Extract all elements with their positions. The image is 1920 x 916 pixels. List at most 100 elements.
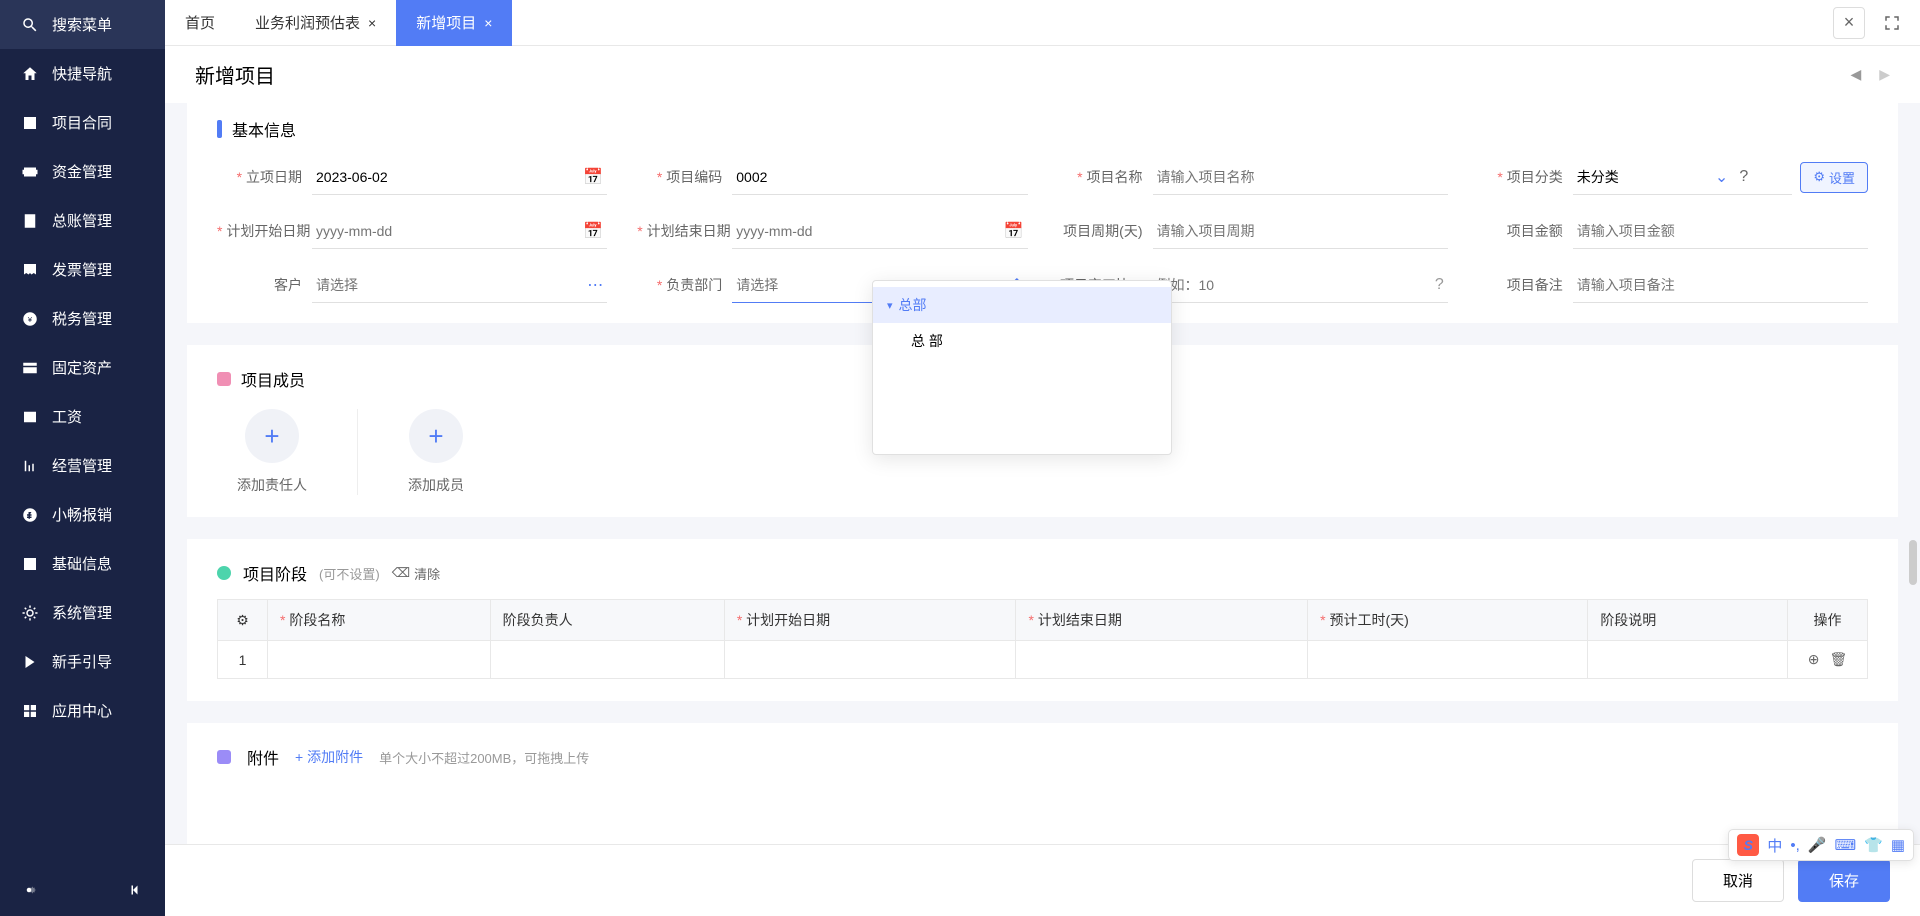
- input-remark[interactable]: [1573, 267, 1868, 303]
- more-icon[interactable]: ⋯: [587, 275, 603, 295]
- close-icon[interactable]: ×: [368, 15, 376, 31]
- tab-label: 首页: [185, 12, 215, 33]
- ime-toolbar[interactable]: S 中 •, 🎤 ⌨ 👕 ▦: [1728, 829, 1914, 861]
- ime-logo-icon[interactable]: S: [1737, 834, 1759, 856]
- sidebar-label: 小畅报销: [52, 504, 112, 525]
- sidebar-item-quicknav[interactable]: 快捷导航: [0, 49, 165, 98]
- tab-new-project[interactable]: 新增项目×: [396, 0, 512, 46]
- input-progress[interactable]: [1153, 267, 1448, 303]
- chart-icon: [20, 456, 40, 476]
- sidebar-item-business[interactable]: 经营管理: [0, 441, 165, 490]
- table-row[interactable]: 1 ⊕ 🗑: [218, 641, 1868, 679]
- calendar-icon[interactable]: 📅: [583, 221, 603, 241]
- dropdown-label: 总 部: [911, 331, 943, 351]
- input-project-code[interactable]: [732, 159, 1027, 195]
- ime-punct-icon[interactable]: •,: [1790, 837, 1799, 854]
- tab-profit-report[interactable]: 业务利润预估表×: [235, 0, 396, 46]
- ime-lang[interactable]: 中: [1767, 835, 1782, 856]
- sidebar-item-assets[interactable]: 固定资产: [0, 343, 165, 392]
- help-icon[interactable]: ?: [1739, 168, 1748, 186]
- close-all-tabs-button[interactable]: ×: [1833, 7, 1865, 39]
- add-attachment-button[interactable]: + 添加附件: [295, 747, 363, 767]
- input-plan-end[interactable]: [732, 213, 1027, 249]
- add-owner-button[interactable]: +: [245, 409, 299, 463]
- cell-plan-end[interactable]: [1016, 641, 1308, 679]
- clear-label: 清除: [414, 564, 440, 583]
- sidebar-label: 快捷导航: [52, 63, 112, 84]
- cell-stage-owner[interactable]: [490, 641, 724, 679]
- scrollbar-thumb[interactable]: [1909, 540, 1917, 585]
- sidebar-item-funds[interactable]: 资金管理: [0, 147, 165, 196]
- section-marker-icon: [217, 120, 222, 138]
- sidebar-item-guide[interactable]: 新手引导: [0, 637, 165, 686]
- sidebar-label: 固定资产: [52, 357, 112, 378]
- cancel-button[interactable]: 取消: [1692, 859, 1784, 902]
- col-stage-name: 阶段名称: [268, 600, 491, 641]
- dropdown-option-hq-child[interactable]: 总 部: [873, 323, 1171, 359]
- label-project-name: 项目名称: [1058, 167, 1153, 187]
- label-plan-end: 计划结束日期: [637, 221, 732, 241]
- sidebar-label: 工资: [52, 406, 82, 427]
- clear-button[interactable]: ⌫ 清除: [392, 564, 440, 583]
- input-amount[interactable]: [1573, 213, 1868, 249]
- form-item-end: 计划结束日期 📅: [637, 213, 1027, 249]
- calendar-icon[interactable]: 📅: [583, 167, 603, 187]
- next-icon[interactable]: ▶: [1879, 66, 1890, 83]
- sidebar-label: 应用中心: [52, 700, 112, 721]
- ime-keyboard-icon[interactable]: ⌨: [1834, 836, 1856, 854]
- sidebar-item-salary[interactable]: 工资: [0, 392, 165, 441]
- caret-down-icon: ▾: [887, 299, 893, 312]
- add-owner-label: 添加责任人: [237, 475, 307, 495]
- collapse-icon[interactable]: [127, 881, 145, 904]
- sidebar-search[interactable]: 搜索菜单: [0, 0, 165, 49]
- sidebar-item-expense[interactable]: 小畅报销: [0, 490, 165, 539]
- table-header-row: ⚙ 阶段名称 阶段负责人 计划开始日期 计划结束日期 预计工时(天) 阶段说明 …: [218, 600, 1868, 641]
- settings-button[interactable]: ⚙设置: [1800, 162, 1868, 193]
- ime-skin-icon[interactable]: 👕: [1864, 836, 1883, 854]
- footer: 取消 保存: [165, 844, 1920, 916]
- assets-icon: [20, 358, 40, 378]
- sidebar-item-project[interactable]: 项目合同: [0, 98, 165, 147]
- chevron-down-icon[interactable]: ⌄: [1715, 167, 1728, 187]
- gear-icon[interactable]: [20, 881, 38, 904]
- sidebar: 搜索菜单 快捷导航 项目合同 资金管理 总账管理 发票管理 ¥税务管理 固定资产…: [0, 0, 165, 916]
- sidebar-item-invoice[interactable]: 发票管理: [0, 245, 165, 294]
- ime-mic-icon[interactable]: 🎤: [1808, 836, 1827, 854]
- sidebar-item-ledger[interactable]: 总账管理: [0, 196, 165, 245]
- cell-hours[interactable]: [1308, 641, 1588, 679]
- section-title-basic: 基本信息: [217, 117, 1868, 141]
- dropdown-option-hq[interactable]: ▾总部: [873, 287, 1171, 323]
- cell-stage-name[interactable]: [268, 641, 491, 679]
- sidebar-item-apps[interactable]: 应用中心: [0, 686, 165, 735]
- sidebar-item-basicinfo[interactable]: 基础信息: [0, 539, 165, 588]
- input-period[interactable]: [1153, 213, 1448, 249]
- col-plan-end: 计划结束日期: [1016, 600, 1308, 641]
- ime-menu-icon[interactable]: ▦: [1891, 836, 1905, 854]
- add-row-icon[interactable]: ⊕: [1808, 651, 1820, 668]
- section-title-text: 基本信息: [232, 117, 296, 141]
- cell-desc[interactable]: [1588, 641, 1788, 679]
- form-item-code: 项目编码: [637, 159, 1027, 195]
- cell-plan-start[interactable]: [724, 641, 1016, 679]
- add-member-button[interactable]: +: [409, 409, 463, 463]
- apps-icon: [20, 701, 40, 721]
- sidebar-item-tax[interactable]: ¥税务管理: [0, 294, 165, 343]
- page-nav: ◀ ▶: [1850, 66, 1890, 83]
- help-icon[interactable]: ?: [1435, 276, 1444, 294]
- close-icon[interactable]: ×: [484, 15, 492, 31]
- col-gear[interactable]: ⚙: [218, 600, 268, 641]
- form-item-start: 计划开始日期 📅: [217, 213, 607, 249]
- prev-icon[interactable]: ◀: [1850, 66, 1861, 83]
- delete-row-icon[interactable]: 🗑: [1829, 651, 1847, 668]
- sidebar-item-system[interactable]: 系统管理: [0, 588, 165, 637]
- input-customer[interactable]: [312, 267, 607, 303]
- fullscreen-icon[interactable]: [1876, 7, 1908, 39]
- input-project-date[interactable]: [312, 159, 607, 195]
- input-project-category[interactable]: [1573, 159, 1793, 195]
- input-plan-start[interactable]: [312, 213, 607, 249]
- save-button[interactable]: 保存: [1798, 859, 1890, 902]
- tab-home[interactable]: 首页: [165, 0, 235, 46]
- input-project-name[interactable]: [1153, 159, 1448, 195]
- main-area: 首页 业务利润预估表× 新增项目× × 新增项目 ◀ ▶ 基本信息 立项日期 📅…: [165, 0, 1920, 916]
- calendar-icon[interactable]: 📅: [1004, 221, 1024, 241]
